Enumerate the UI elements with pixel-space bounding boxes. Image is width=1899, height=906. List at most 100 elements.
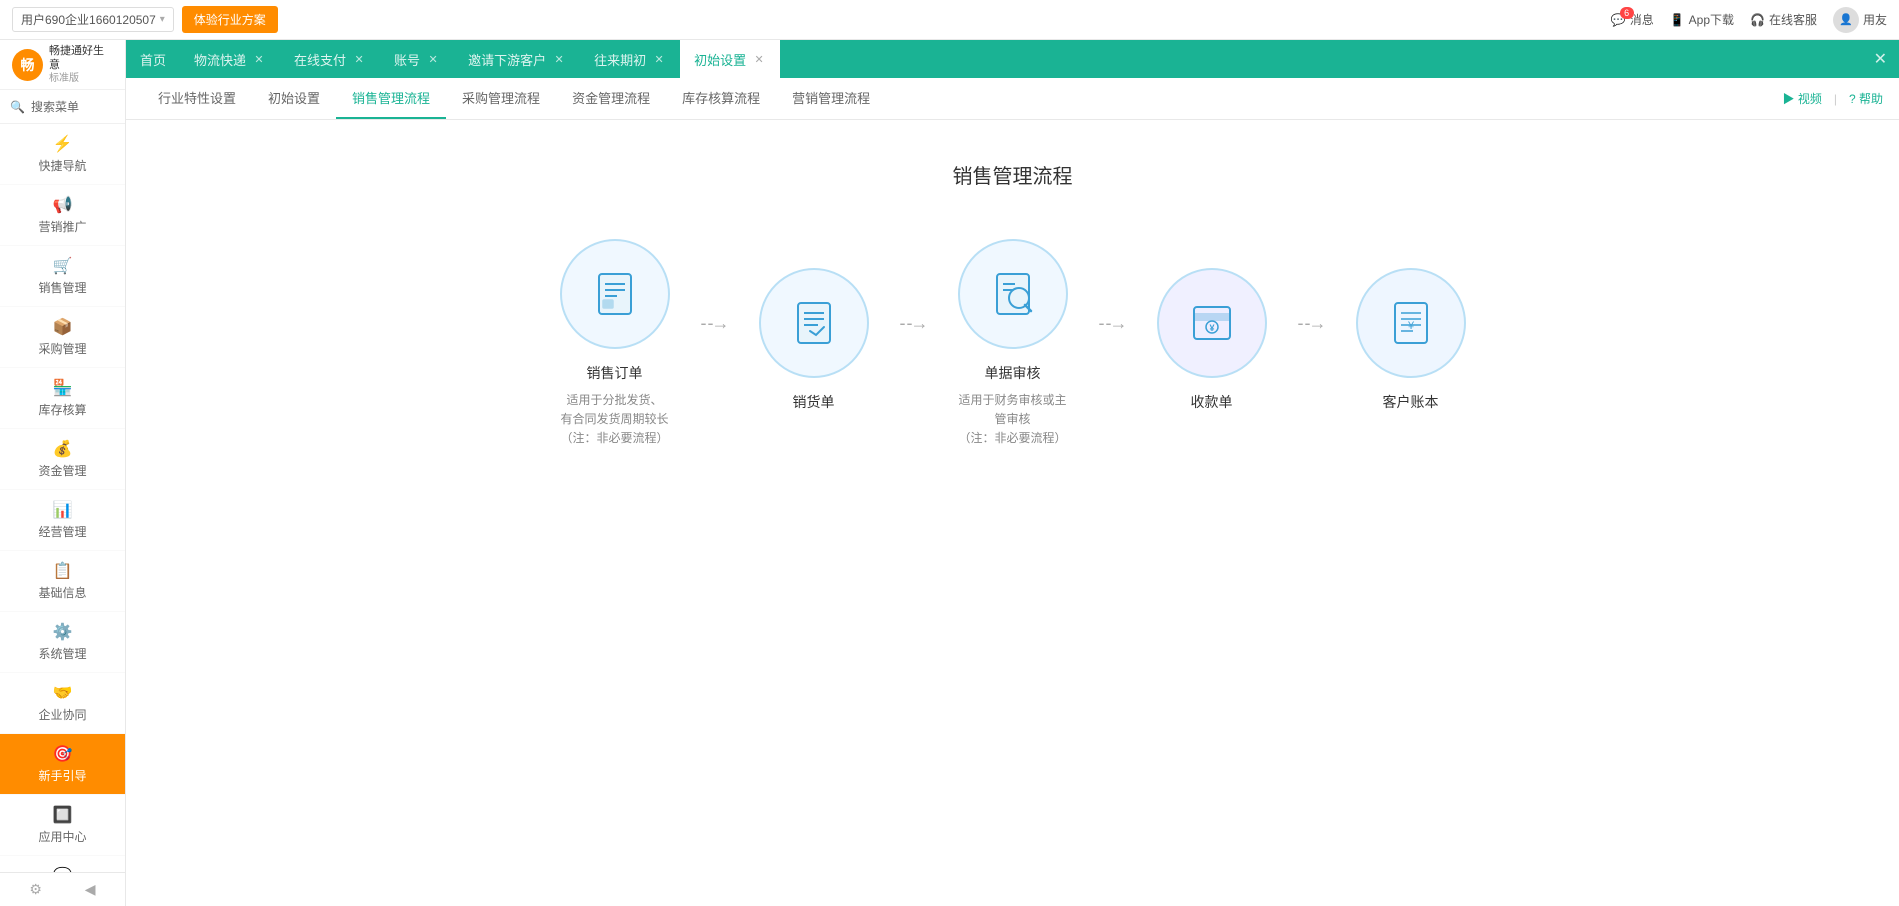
sidebar-item-xinshou[interactable]: 🎯 新手引导 [0, 734, 125, 795]
tab-wanglai[interactable]: 往来期初 ✕ [580, 40, 680, 78]
sidebar-item-yingxiao[interactable]: 📢 营销推广 [0, 185, 125, 246]
flow-label-audit: 单据审核 [985, 363, 1041, 383]
money-icon: 💰 [53, 439, 73, 459]
tab-zhifu-label: 在线支付 [294, 50, 346, 69]
sidebar-search[interactable]: 🔍 搜索菜单 [0, 90, 125, 124]
avatar-icon: 👤 [1839, 13, 1853, 26]
flow-step-kehu-zhangben: ¥ 客户账本 [1331, 268, 1491, 420]
subtab-zijin-lc[interactable]: 资金管理流程 [556, 78, 666, 119]
payment-icon: ¥ [1186, 297, 1238, 349]
store-icon: 🏪 [53, 378, 73, 398]
flow-circle-order [560, 239, 670, 349]
sidebar-bottom: ⚙ ◀ [0, 872, 125, 906]
tab-home[interactable]: 首页 [126, 40, 180, 78]
flow-step-shoukuan-dan: ¥ 收款单 [1132, 268, 1292, 420]
sub-tab-bar: 行业特性设置 初始设置 销售管理流程 采购管理流程 资金管理流程 库存核算流程 … [126, 78, 1899, 120]
sidebar-item-kucun[interactable]: 🏪 库存核算 [0, 368, 125, 429]
sidebar-nav: ⚡ 快捷导航 📢 营销推广 🛒 销售管理 📦 采购管理 🏪 库存核算 💰 [0, 124, 125, 872]
sidebar-item-xiaoshou[interactable]: 🛒 销售管理 [0, 246, 125, 307]
sidebar-item-jichu[interactable]: 📋 基础信息 [0, 551, 125, 612]
message-item[interactable]: 💬 6 消息 [1611, 11, 1654, 28]
chart-icon: 📊 [53, 500, 73, 520]
ledger-icon: ¥ [1385, 297, 1437, 349]
subtab-caigou-lc[interactable]: 采购管理流程 [446, 78, 556, 119]
cart-icon: 🛒 [53, 256, 73, 276]
page-content: 销售管理流程 销售订单 适用于分批发货、有合同发货周期较长（ [126, 120, 1899, 906]
subtab-chushi[interactable]: 初始设置 [252, 78, 336, 119]
flow-label-ledger: 客户账本 [1383, 392, 1439, 412]
settings-bottom-icon[interactable]: ⚙ [29, 881, 42, 898]
handshake-icon: 🤝 [53, 683, 73, 703]
message-badge: 6 [1620, 7, 1634, 19]
tab-wuliu[interactable]: 物流快递 ✕ [180, 40, 280, 78]
flow-arrow-3: - -→ [1099, 313, 1126, 374]
subtab-kucun-lc-label: 库存核算流程 [682, 88, 760, 107]
video-link[interactable]: ▶ 视频 [1782, 90, 1821, 107]
sidebar-item-kuaijie[interactable]: ⚡ 快捷导航 [0, 124, 125, 185]
top-bar-right: 💬 6 消息 📱 App下载 🎧 在线客服 👤 用友 [1611, 7, 1887, 33]
subtab-kucun-lc[interactable]: 库存核算流程 [666, 78, 776, 119]
try-industry-button[interactable]: 体验行业方案 [182, 6, 278, 33]
logo-sub-text: 标准版 [49, 72, 113, 85]
search-label: 搜索菜单 [31, 98, 79, 115]
subtab-right: ▶ 视频 | ? 帮助 [1782, 90, 1883, 107]
app-download-item[interactable]: 📱 App下载 [1670, 11, 1734, 28]
tab-yaoqing[interactable]: 邀请下游客户 ✕ [454, 40, 580, 78]
flow-step-danju-shenhe: 单据审核 适用于财务审核或主管审核（注：非必要流程） [933, 239, 1093, 449]
sidebar-item-qiye[interactable]: 🤝 企业协同 [0, 673, 125, 734]
sidebar-item-label: 销售管理 [38, 279, 86, 296]
app-icon: 📱 [1670, 13, 1685, 27]
sidebar-item-caigou[interactable]: 📦 采购管理 [0, 307, 125, 368]
flow-arrow-2: - -→ [900, 313, 927, 374]
flow-circle-audit [958, 239, 1068, 349]
tab-zhifu-close[interactable]: ✕ [352, 52, 366, 66]
subtab-hangye[interactable]: 行业特性设置 [142, 78, 252, 119]
tab-chushi-close[interactable]: ✕ [752, 52, 766, 66]
logo-main-text: 畅捷通好生意 [49, 44, 113, 73]
page-title: 销售管理流程 [146, 160, 1879, 189]
headset-icon: 🎧 [1750, 13, 1765, 27]
subtab-caigou-lc-label: 采购管理流程 [462, 88, 540, 107]
tab-wuliu-label: 物流快递 [194, 50, 246, 69]
sidebar: 畅 畅捷通好生意 标准版 🔍 搜索菜单 ⚡ 快捷导航 📢 营销推广 🛒 销售管理 [0, 40, 126, 906]
question-icon: ? [1849, 92, 1856, 106]
user-selector[interactable]: 用户690企业1660120507 ▾ [12, 7, 174, 32]
sidebar-item-yingyong[interactable]: 🔲 应用中心 [0, 795, 125, 856]
play-icon: ▶ [1782, 92, 1794, 106]
tab-wanglai-label: 往来期初 [594, 50, 646, 69]
sidebar-item-xitong[interactable]: ⚙️ 系统管理 [0, 612, 125, 673]
tab-yaoqing-label: 邀请下游客户 [468, 50, 546, 69]
tab-bar-close-all[interactable]: ✕ [1862, 49, 1899, 69]
flow-step-xiaohuo-dan: 销货单 [734, 268, 894, 420]
logo-icon: 畅 [12, 49, 43, 81]
sidebar-item-label: 应用中心 [38, 828, 86, 845]
box-icon: 📦 [53, 317, 73, 337]
tab-wanglai-close[interactable]: ✕ [652, 52, 666, 66]
collapse-icon[interactable]: ◀ [85, 881, 96, 898]
audit-icon [987, 268, 1039, 320]
tab-chushi[interactable]: 初始设置 ✕ [680, 40, 780, 78]
subtab-yingxiao-lc-label: 营销管理流程 [792, 88, 870, 107]
subtab-yingxiao-lc[interactable]: 营销管理流程 [776, 78, 886, 119]
sidebar-item-jingying[interactable]: 📊 经营管理 [0, 490, 125, 551]
tab-zhifu[interactable]: 在线支付 ✕ [280, 40, 380, 78]
flow-label-payment: 收款单 [1191, 392, 1233, 412]
subtab-xiaoshou-lc[interactable]: 销售管理流程 [336, 78, 446, 119]
gear-icon: ⚙️ [53, 622, 73, 642]
grid-icon: 🔲 [53, 805, 73, 825]
sidebar-item-label: 资金管理 [38, 462, 86, 479]
tab-zhanghu-close[interactable]: ✕ [426, 52, 440, 66]
help-link[interactable]: ? 帮助 [1849, 90, 1883, 107]
user-selector-text: 用户690企业1660120507 [21, 11, 156, 28]
sidebar-item-label: 采购管理 [38, 340, 86, 357]
tab-zhanghu[interactable]: 账号 ✕ [380, 40, 454, 78]
sidebar-item-zijin[interactable]: 💰 资金管理 [0, 429, 125, 490]
online-service-item[interactable]: 🎧 在线客服 [1750, 11, 1817, 28]
tab-yaoqing-close[interactable]: ✕ [552, 52, 566, 66]
sidebar-item-weixin[interactable]: 💬 企业微信 [0, 856, 125, 872]
tab-home-label: 首页 [140, 50, 166, 69]
chevron-down-icon: ▾ [160, 14, 165, 25]
tab-zhanghu-label: 账号 [394, 50, 420, 69]
user-profile-item[interactable]: 👤 用友 [1833, 7, 1887, 33]
tab-wuliu-close[interactable]: ✕ [252, 52, 266, 66]
